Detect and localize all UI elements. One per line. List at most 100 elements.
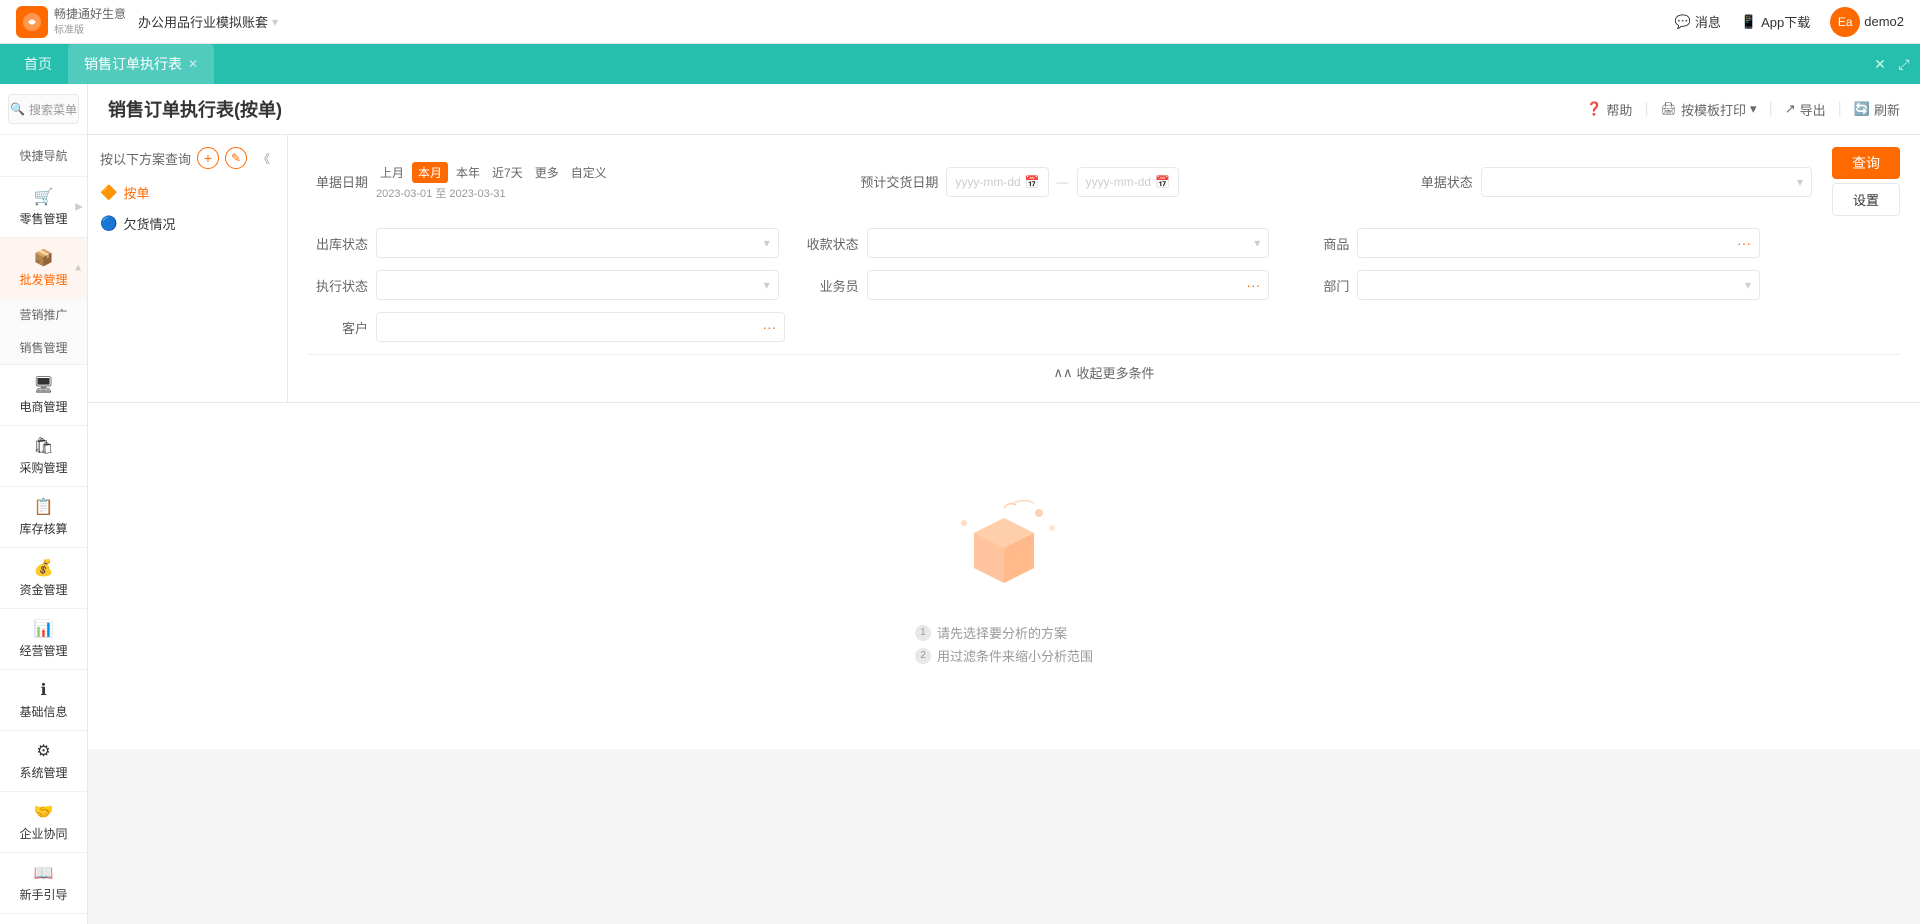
tab-home[interactable]: 首页 [8,44,68,84]
expected-start-placeholder: yyyy-mm-dd [955,175,1020,189]
page-actions: ❓ 帮助 | 🖨 按模板打印 ▾ | ↗ 导出 | 🔄 刷新 [1586,100,1900,119]
sidebar-section-purchase: 🛍 采购管理 [0,426,87,487]
app-download-btn[interactable]: 📱 App下载 [1741,12,1810,31]
step2-text: 用过滤条件来缩小分析范围 [937,646,1093,665]
date-tab-custom[interactable]: 自定义 [567,162,611,183]
sidebar-item-system[interactable]: ⚙ 系统管理 [0,731,87,791]
divider1: | [1644,100,1648,118]
sidebar-item-sales[interactable]: 销售管理 [0,331,87,364]
filter-edit-btn[interactable]: ✎ [225,147,247,169]
status-arrow-icon: ▾ [1797,175,1803,189]
window-controls: ✕ ⤢ [1872,56,1912,72]
sidebar-item-marketing[interactable]: 营销推广 [0,298,87,331]
filter-debt-label: 欠货情况 [123,214,175,233]
user-name: demo2 [1864,14,1904,29]
date-tab-more[interactable]: 更多 [531,162,563,183]
sidebar-item-purchase[interactable]: 🛍 采购管理 [0,426,87,486]
sidebar-item-newuser[interactable]: 📖 新手引导 [0,853,87,913]
date-tab-last-month[interactable]: 上月 [376,162,408,183]
payment-select[interactable]: ▾ [867,228,1270,258]
department-select[interactable]: ▾ [1357,270,1760,300]
empty-step-1: 1 请先选择要分析的方案 [915,623,1093,642]
top-bar-right: 💬 消息 📱 App下载 Ea demo2 [1675,7,1904,37]
search-btn[interactable]: 查询 [1832,147,1900,179]
sidebar-item-quick-nav[interactable]: 快捷导航 [0,141,87,170]
filter-add-btn[interactable]: + [197,147,219,169]
refresh-btn[interactable]: 🔄 刷新 [1854,100,1900,119]
add-icon: + [204,150,212,166]
sidebar-item-wholesale-label: 批发管理 [19,271,67,288]
salesperson-input[interactable]: ··· [867,270,1270,300]
export-label: 导出 [1800,100,1826,119]
help-icon: ❓ [1586,101,1602,117]
sidebar-section-system: ⚙ 系统管理 [0,731,87,792]
empty-illustration [944,483,1064,603]
date-tab-this-year[interactable]: 本年 [452,162,484,183]
window-close-btn[interactable]: ✕ [1872,56,1888,72]
date-label: 单据日期 [308,172,368,191]
basic-icon: ℹ [40,680,46,700]
message-btn[interactable]: 💬 消息 [1675,12,1721,31]
warehouse-label: 出库状态 [308,234,368,253]
empty-steps-list: 1 请先选择要分析的方案 2 用过滤条件来缩小分析范围 [915,619,1093,669]
sidebar-item-basic[interactable]: ℹ 基础信息 [0,670,87,730]
logo-text-block: 畅捷通好生意 标准版 [54,7,126,36]
sidebar-item-enterprise[interactable]: 🤝 企业协同 [0,792,87,852]
tab-close-icon[interactable]: ✕ [188,57,198,71]
window-maximize-btn[interactable]: ⤢ [1896,56,1912,72]
expected-date-start[interactable]: yyyy-mm-dd 📅 [946,167,1048,197]
top-bar: 畅捷通好生意 标准版 办公用品行业模拟账套 ▾ 💬 消息 📱 App下载 Ea … [0,0,1920,44]
sidebar-item-operations[interactable]: 📊 经营管理 [0,609,87,669]
filter-item-by-order[interactable]: 🔶 按单 [88,177,287,208]
sidebar-search-btn[interactable]: 🔍 搜索菜单 [8,94,79,124]
sidebar-section-wholesale: 📦 批发管理 ▲ 营销推广 销售管理 [0,238,87,365]
sidebar-item-ecommerce[interactable]: 🖥 电商管理 [0,365,87,425]
sidebar: 🔍 搜索菜单 快捷导航 🛒 零售管理 ▶ 📦 批发管理 ▲ [0,84,88,924]
help-btn[interactable]: ❓ 帮助 [1586,100,1632,119]
export-btn[interactable]: ↗ 导出 [1785,100,1826,119]
sidebar-item-apps[interactable]: 🔲 应用中心 [0,914,87,924]
app-download-label: App下载 [1761,12,1810,31]
filter-field-expected-date: 预计交货日期 yyyy-mm-dd 📅 — yyyy-mm-dd 📅 [860,167,1392,197]
filter-collapse-sidebar-btn[interactable]: 《 [253,147,275,169]
print-btn[interactable]: 🖨 按模板打印 ▾ [1661,100,1757,119]
goods-input[interactable]: ··· [1357,228,1760,258]
expected-date-end[interactable]: yyyy-mm-dd 📅 [1077,167,1179,197]
refresh-icon: 🔄 [1854,101,1870,117]
date-tabs: 上月 本月 本年 近7天 更多 自定义 [376,162,840,183]
date-tab-this-month[interactable]: 本月 [412,162,448,183]
wholesale-sub-items: 营销推广 销售管理 [0,298,87,364]
status-select[interactable]: ▾ [1481,167,1812,197]
filter-order-icon: 🔶 [100,184,117,201]
page-header: 销售订单执行表(按单) ❓ 帮助 | 🖨 按模板打印 ▾ | ↗ 导出 | [88,84,1920,135]
customer-input[interactable]: ··· [376,312,785,342]
user-menu[interactable]: Ea demo2 [1830,7,1904,37]
collapse-icon: 《 [258,150,270,167]
filter-order-label: 按单 [123,183,149,202]
wholesale-arrow-icon: ▲ [73,263,83,274]
sidebar-nav: 快捷导航 [0,135,87,177]
purchase-icon: 🛍 [33,436,53,456]
salesperson-ellipsis-icon[interactable]: ··· [1246,277,1260,293]
execution-select[interactable]: ▾ [376,270,779,300]
sidebar-item-finance[interactable]: 💰 资金管理 [0,548,87,608]
filter-row-1: 单据日期 上月 本月 本年 近7天 更多 自定义 20 [308,147,1900,216]
message-icon: 💬 [1675,14,1691,30]
filter-item-debt[interactable]: 🔵 欠货情况 [88,208,287,239]
breadcrumb-arrow[interactable]: ▾ [272,15,278,29]
sidebar-item-retail[interactable]: 🛒 零售管理 ▶ [0,177,87,237]
sidebar-section-retail: 🛒 零售管理 ▶ [0,177,87,238]
filter-field-warehouse: 出库状态 ▾ [308,228,779,258]
warehouse-select[interactable]: ▾ [376,228,779,258]
date-tab-7days[interactable]: 近7天 [488,162,527,183]
sidebar-item-wholesale[interactable]: 📦 批发管理 ▲ [0,238,87,298]
customer-ellipsis-icon[interactable]: ··· [762,319,776,335]
tab-sales-order[interactable]: 销售订单执行表 ✕ [68,44,214,84]
step2-num: 2 [915,648,931,664]
wholesale-icon: 📦 [34,248,54,268]
finance-icon: 💰 [34,558,54,578]
settings-btn[interactable]: 设置 [1832,183,1900,216]
goods-ellipsis-icon[interactable]: ··· [1737,235,1751,251]
collapse-more-btn[interactable]: ∧∧ 收起更多条件 [1053,363,1154,382]
sidebar-item-inventory[interactable]: 📋 库存核算 [0,487,87,547]
